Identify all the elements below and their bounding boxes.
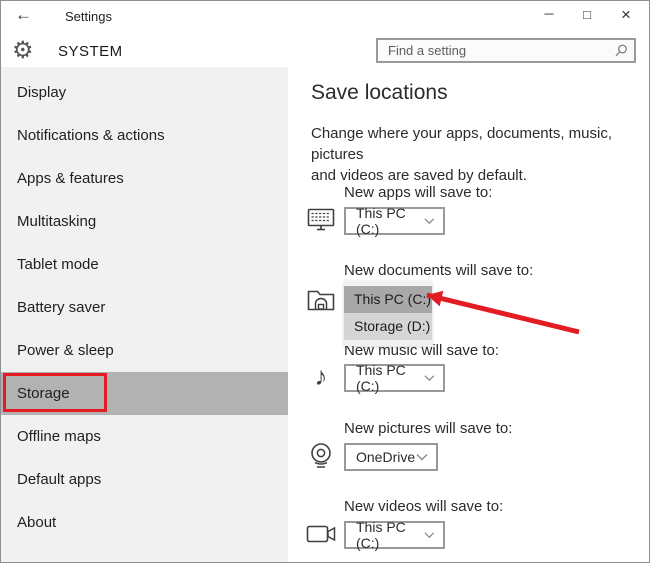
videos-save-label: New videos will save to: xyxy=(344,498,503,515)
window-title: Settings xyxy=(65,9,112,24)
sidebar-item-default-apps[interactable]: Default apps xyxy=(1,458,288,501)
pictures-save-value: OneDrive xyxy=(356,449,415,465)
dropdown-option-this-pc[interactable]: This PC (C:) xyxy=(344,286,432,313)
apps-save-label: New apps will save to: xyxy=(344,184,492,201)
chevron-down-icon xyxy=(416,453,428,461)
sidebar-item-battery-saver[interactable]: Battery saver xyxy=(1,286,288,329)
pictures-save-dropdown[interactable]: OneDrive xyxy=(344,443,438,471)
apps-monitor-icon xyxy=(305,208,337,231)
apps-save-value: This PC (C:) xyxy=(356,205,424,237)
apps-save-dropdown[interactable]: This PC (C:) xyxy=(344,207,445,235)
sidebar-item-storage-label: Storage xyxy=(17,385,70,402)
settings-window: ← Settings ─ □ × ⚙ SYSTEM Display Notifi… xyxy=(0,0,650,563)
sidebar-item-about[interactable]: About xyxy=(1,501,288,544)
close-button[interactable]: × xyxy=(612,5,640,25)
save-locations-title: Save locations xyxy=(311,81,448,105)
chevron-down-icon xyxy=(424,531,435,539)
documents-save-label: New documents will save to: xyxy=(344,262,533,279)
sidebar-item-offline-maps[interactable]: Offline maps xyxy=(1,415,288,458)
sidebar-item-display[interactable]: Display xyxy=(1,71,288,114)
pictures-webcam-icon xyxy=(305,442,337,469)
music-note-icon: ♪ xyxy=(305,363,337,389)
minimize-button[interactable]: ─ xyxy=(535,5,563,25)
videos-save-dropdown[interactable]: This PC (C:) xyxy=(344,521,445,549)
back-button[interactable]: ← xyxy=(15,5,32,25)
music-save-dropdown[interactable]: This PC (C:) xyxy=(344,364,445,392)
sidebar-item-tablet-mode[interactable]: Tablet mode xyxy=(1,243,288,286)
pictures-save-label: New pictures will save to: xyxy=(344,420,512,437)
save-locations-description: Change where your apps, documents, music… xyxy=(311,123,649,186)
sidebar-item-power-sleep[interactable]: Power & sleep xyxy=(1,329,288,372)
page-title: SYSTEM xyxy=(58,43,123,60)
videos-camera-icon xyxy=(305,525,337,543)
music-save-value: This PC (C:) xyxy=(356,362,424,394)
documents-save-dropdown-open: This PC (C:) Storage (D:) xyxy=(344,281,432,346)
search-input[interactable] xyxy=(386,42,614,59)
chevron-down-icon xyxy=(424,217,435,225)
sidebar-item-storage[interactable]: Storage xyxy=(1,372,288,415)
chevron-down-icon xyxy=(424,374,435,382)
sidebar: Display Notifications & actions Apps & f… xyxy=(1,67,288,563)
maximize-button[interactable]: □ xyxy=(573,5,601,25)
sidebar-item-apps-features[interactable]: Apps & features xyxy=(1,157,288,200)
sidebar-item-multitasking[interactable]: Multitasking xyxy=(1,200,288,243)
sidebar-item-notifications[interactable]: Notifications & actions xyxy=(1,114,288,157)
red-arrow-annotation xyxy=(413,284,593,344)
dropdown-option-storage-d[interactable]: Storage (D:) xyxy=(344,313,432,340)
videos-save-value: This PC (C:) xyxy=(356,519,424,551)
search-box[interactable] xyxy=(376,38,636,63)
search-icon xyxy=(614,44,628,58)
gear-icon: ⚙ xyxy=(12,36,34,65)
documents-folder-icon xyxy=(305,287,337,311)
